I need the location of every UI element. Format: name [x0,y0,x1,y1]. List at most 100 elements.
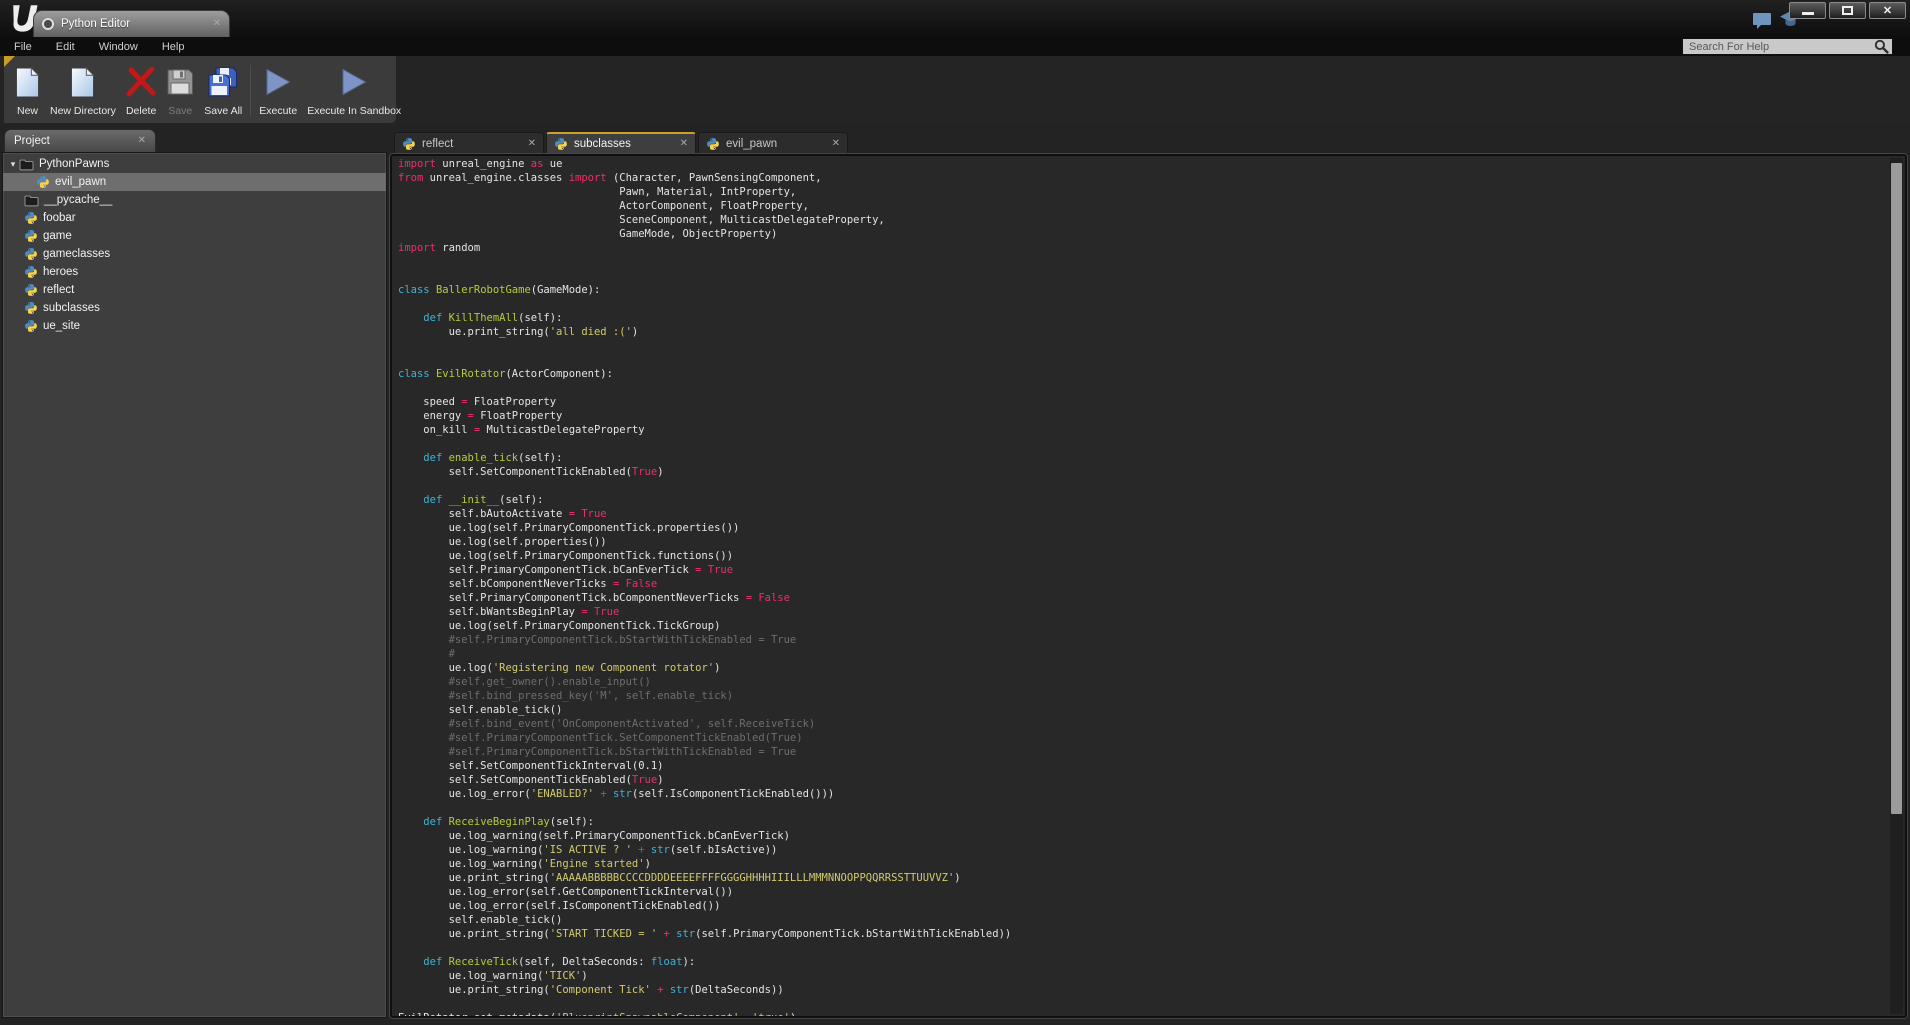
delete-button[interactable]: Delete [121,61,161,123]
code-line[interactable]: #self.bind_pressed_key('M', self.enable_… [398,689,1887,703]
code-line[interactable]: import unreal_engine as ue [398,157,1887,171]
maximize-window-button[interactable] [1829,2,1866,19]
code-line[interactable] [398,437,1887,451]
editor-tab-subclasses[interactable]: subclasses✕ [546,132,696,154]
code-line[interactable]: def ReceiveTick(self, DeltaSeconds: floa… [398,955,1887,969]
code-line[interactable]: self.bWantsBeginPlay = True [398,605,1887,619]
code-line[interactable]: ue.log(self.properties()) [398,535,1887,549]
tree-item-reflect[interactable]: reflect [3,281,386,299]
code-line[interactable] [398,297,1887,311]
code-line[interactable]: ue.log_warning(self.PrimaryComponentTick… [398,829,1887,843]
editor-scrollbar[interactable] [1890,158,1903,1014]
code-line[interactable]: def KillThemAll(self): [398,311,1887,325]
code-line[interactable]: ue.log(self.PrimaryComponentTick.TickGro… [398,619,1887,633]
feedback-bubble-icon[interactable] [1752,12,1772,32]
code-line[interactable]: ue.log(self.PrimaryComponentTick.propert… [398,521,1887,535]
app-tab-close-icon[interactable]: ✕ [213,19,221,29]
code-line[interactable]: GameMode, ObjectProperty) [398,227,1887,241]
code-line[interactable]: ue.log_warning('IS ACTIVE ? ' + str(self… [398,843,1887,857]
code-line[interactable]: ue.log('Registering new Component rotato… [398,661,1887,675]
code-line[interactable]: def enable_tick(self): [398,451,1887,465]
code-line[interactable]: ue.print_string('Component Tick' + str(D… [398,983,1887,997]
code-line[interactable] [398,479,1887,493]
code-line[interactable]: #self.PrimaryComponentTick.bStartWithTic… [398,633,1887,647]
new-button[interactable]: New [10,61,45,123]
code-line[interactable]: #self.get_owner().enable_input() [398,675,1887,689]
code-line[interactable]: from unreal_engine.classes import (Chara… [398,171,1887,185]
menu-file[interactable]: File [2,41,44,53]
code-line[interactable]: self.enable_tick() [398,913,1887,927]
code-line[interactable]: self.SetComponentTickEnabled(True) [398,773,1887,787]
close-window-button[interactable]: ✕ [1869,2,1906,19]
code-line[interactable]: ue.print_string('START TICKED = ' + str(… [398,927,1887,941]
code-line[interactable]: #self.bind_event('OnComponentActivated',… [398,717,1887,731]
code-line[interactable]: self.PrimaryComponentTick.bComponentNeve… [398,591,1887,605]
code-line[interactable]: ue.print_string('all died :(') [398,325,1887,339]
code-line[interactable]: ActorComponent, FloatProperty, [398,199,1887,213]
code-line[interactable]: ue.log(self.PrimaryComponentTick.functio… [398,549,1887,563]
code-line[interactable]: SceneComponent, MulticastDelegatePropert… [398,213,1887,227]
code-line[interactable] [398,339,1887,353]
code-line[interactable] [398,381,1887,395]
code-line[interactable]: ue.print_string('AAAAABBBBBCCCCDDDDEEEEF… [398,871,1887,885]
code-line[interactable] [398,269,1887,283]
code-line[interactable]: ue.log_error(self.IsComponentTickEnabled… [398,899,1887,913]
code-line[interactable]: ue.log_error('ENABLED?' + str(self.IsCom… [398,787,1887,801]
new-directory-button[interactable]: New Directory [45,61,121,123]
execute-in-sandbox-button[interactable]: Execute In Sandbox [302,61,406,123]
tree-item-foobar[interactable]: foobar [3,209,386,227]
code-editor[interactable]: import unreal_engine as uefrom unreal_en… [398,157,1887,1016]
project-tab-close-icon[interactable]: ✕ [138,136,146,146]
code-line[interactable]: self.bAutoActivate = True [398,507,1887,521]
menu-edit[interactable]: Edit [44,41,87,53]
tree-item-gameclasses[interactable]: gameclasses [3,245,386,263]
editor-tab-reflect[interactable]: reflect✕ [394,132,544,154]
tree-item-ue-site[interactable]: ue_site [3,317,386,335]
code-line[interactable]: def ReceiveBeginPlay(self): [398,815,1887,829]
tree-item-game[interactable]: game [3,227,386,245]
code-line[interactable] [398,941,1887,955]
code-line[interactable]: self.enable_tick() [398,703,1887,717]
code-line[interactable] [398,353,1887,367]
code-line[interactable]: ue.log_warning('TICK') [398,969,1887,983]
tree-item-heroes[interactable]: heroes [3,263,386,281]
code-line[interactable]: # [398,647,1887,661]
save-all-button[interactable]: Save All [199,61,247,123]
code-line[interactable]: self.SetComponentTickEnabled(True) [398,465,1887,479]
code-line[interactable]: energy = FloatProperty [398,409,1887,423]
code-line[interactable]: on_kill = MulticastDelegateProperty [398,423,1887,437]
app-tab-python-editor[interactable]: Python Editor ✕ [33,10,230,37]
tree-item-pythonpawns[interactable]: ▾PythonPawns [3,155,386,173]
code-line[interactable]: EvilRotator.set_metadata('BlueprintSpawn… [398,1011,1887,1016]
code-line[interactable]: speed = FloatProperty [398,395,1887,409]
tree-item--pycache-[interactable]: __pycache__ [3,191,386,209]
code-line[interactable] [398,801,1887,815]
tree-expander-icon[interactable]: ▾ [7,159,19,170]
help-search-input[interactable] [1683,41,1874,53]
menu-help[interactable]: Help [150,41,197,53]
code-line[interactable]: self.SetComponentTickInterval(0.1) [398,759,1887,773]
execute-button[interactable]: Execute [254,61,302,123]
menu-window[interactable]: Window [87,41,150,53]
code-line[interactable]: self.PrimaryComponentTick.bCanEverTick =… [398,563,1887,577]
editor-tab-evil-pawn[interactable]: evil_pawn✕ [698,132,848,154]
code-line[interactable]: #self.PrimaryComponentTick.bStartWithTic… [398,745,1887,759]
editor-tab-close-icon[interactable]: ✕ [832,139,840,149]
code-line[interactable]: #self.PrimaryComponentTick.SetComponentT… [398,731,1887,745]
editor-scrollbar-thumb[interactable] [1891,163,1902,814]
editor-tab-close-icon[interactable]: ✕ [680,139,688,149]
code-line[interactable] [398,255,1887,269]
tree-item-evil-pawn[interactable]: evil_pawn [3,173,386,191]
code-line[interactable]: ue.log_warning('Engine started') [398,857,1887,871]
code-line[interactable]: Pawn, Material, IntProperty, [398,185,1887,199]
project-panel-tab[interactable]: Project ✕ [4,129,156,152]
code-line[interactable] [398,997,1887,1011]
code-line[interactable]: self.bComponentNeverTicks = False [398,577,1887,591]
code-line[interactable]: import random [398,241,1887,255]
code-line[interactable]: def __init__(self): [398,493,1887,507]
code-line[interactable]: class EvilRotator(ActorComponent): [398,367,1887,381]
tree-item-subclasses[interactable]: subclasses [3,299,386,317]
editor-tab-close-icon[interactable]: ✕ [528,139,536,149]
code-line[interactable]: ue.log_error(self.GetComponentTickInterv… [398,885,1887,899]
code-line[interactable]: class BallerRobotGame(GameMode): [398,283,1887,297]
